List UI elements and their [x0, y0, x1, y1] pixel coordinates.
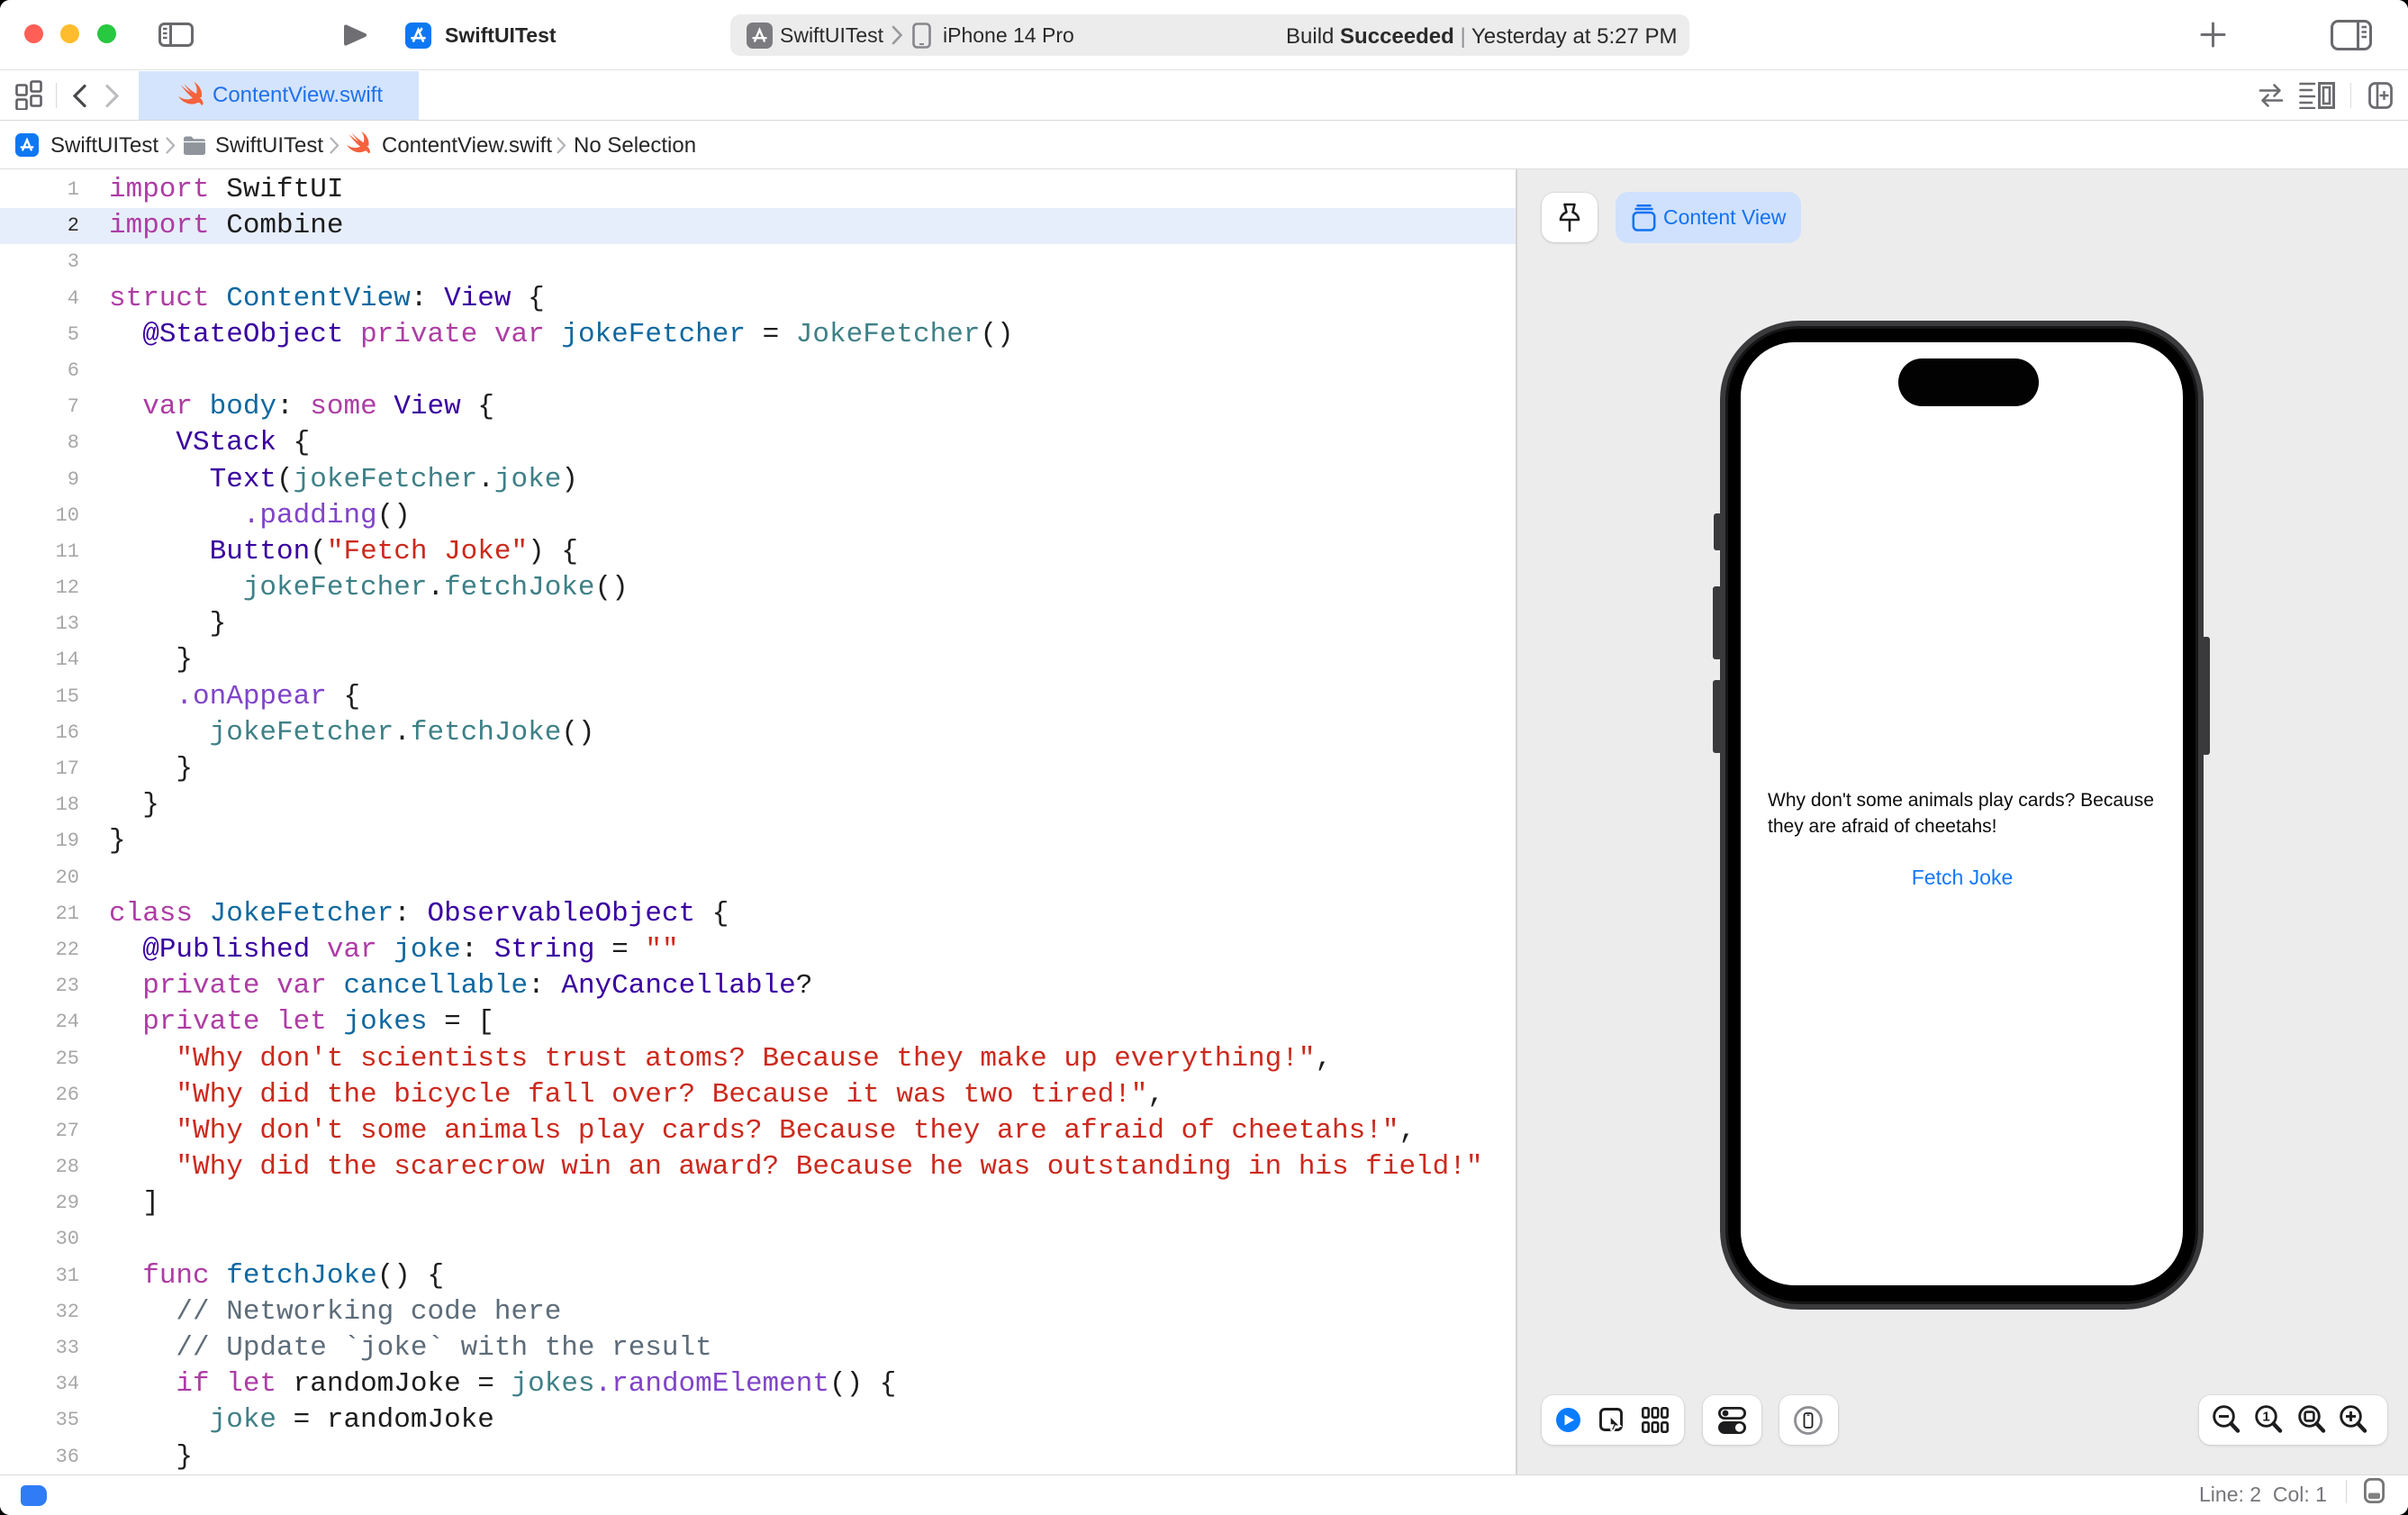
- svg-text:1: 1: [2262, 1410, 2269, 1425]
